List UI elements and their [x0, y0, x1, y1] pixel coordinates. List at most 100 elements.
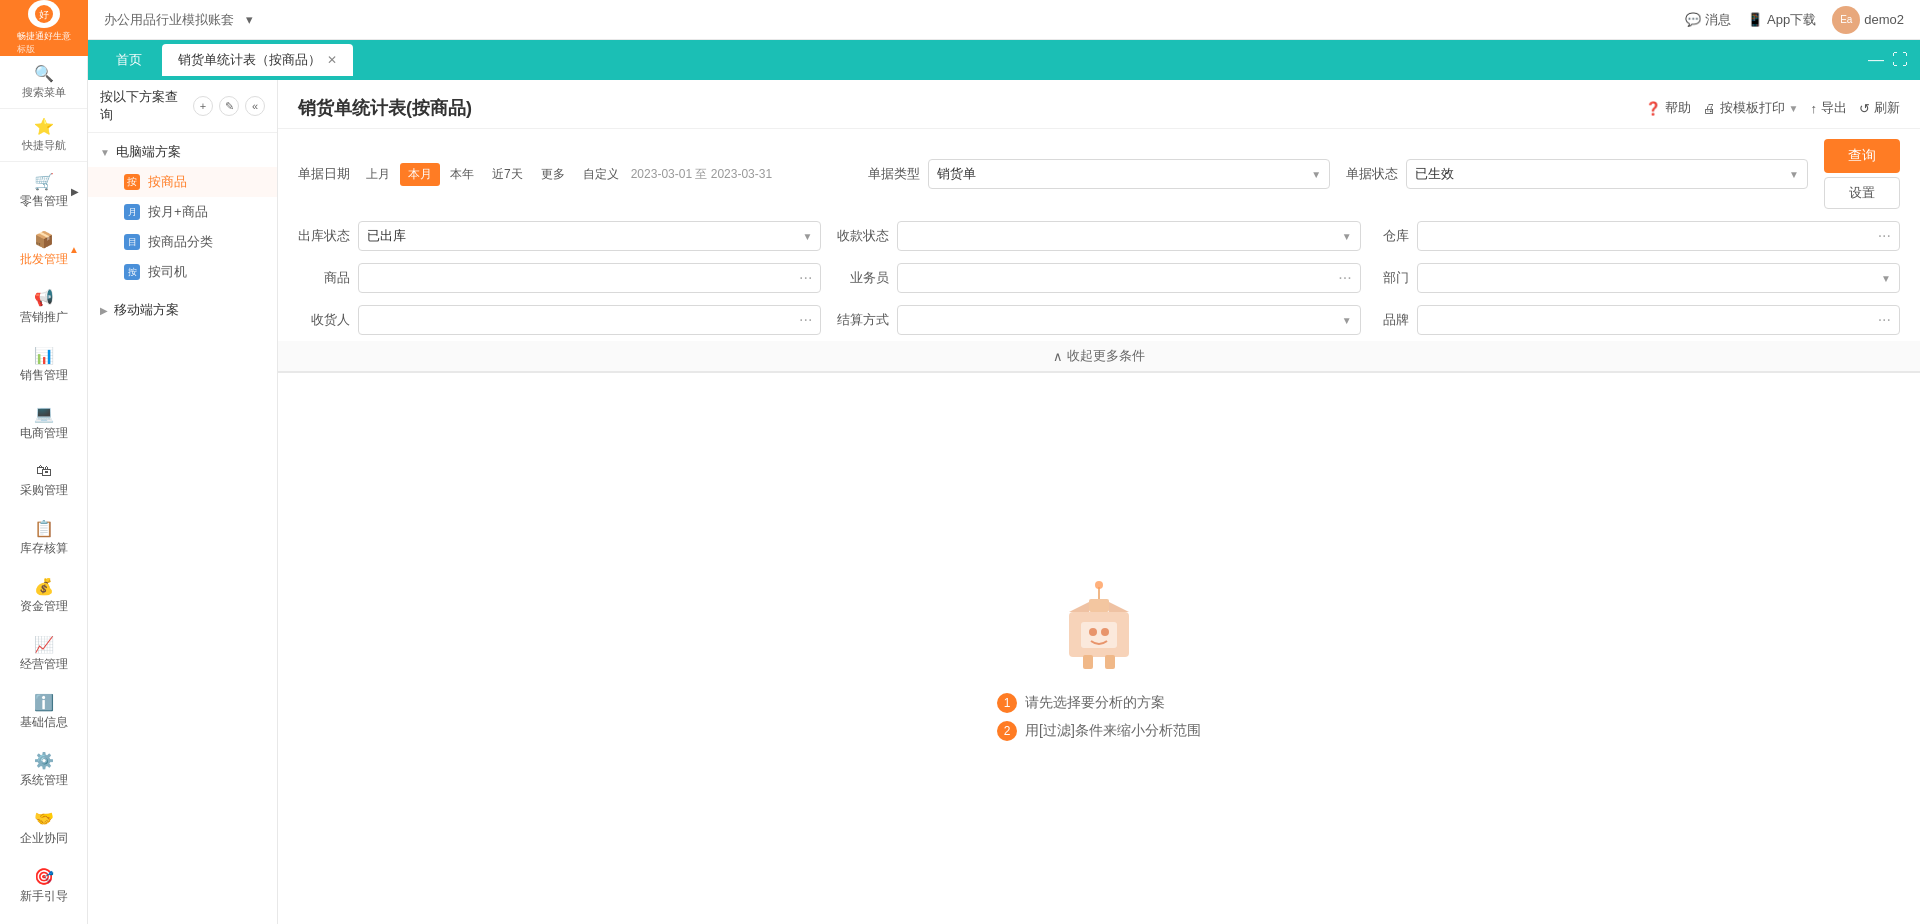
app-download-btn[interactable]: 📱 App下载 [1747, 11, 1816, 29]
help-label: 帮助 [1665, 99, 1691, 117]
tabbar: 首页 销货单统计表（按商品） ✕ — ⛶ [88, 40, 1920, 80]
edit-scheme-btn[interactable]: ✎ [219, 96, 239, 116]
quick-nav-item[interactable]: ⭐ 快捷导航 [0, 109, 87, 162]
search-menu-item[interactable]: 🔍 搜索菜单 [0, 56, 87, 109]
empty-tip-1: 1 请先选择要分析的方案 [997, 693, 1201, 713]
message-icon: 💬 [1685, 12, 1701, 27]
sidebar-item-system[interactable]: ⚙️ 系统管理 [0, 741, 87, 799]
payment-status-arrow-icon: ▼ [1342, 231, 1352, 242]
tab-maximize-btn[interactable]: ⛶ [1892, 51, 1908, 69]
filter-doc-status-group: 单据状态 已生效 ▼ [1346, 159, 1808, 189]
finance-label: 资金管理 [20, 598, 68, 615]
scheme-item-by-category[interactable]: 目 按商品分类 [88, 227, 277, 257]
doc-type-select[interactable]: 销货单 ▼ [928, 159, 1330, 189]
doc-type-arrow-icon: ▼ [1311, 169, 1321, 180]
salesperson-dots-icon: ··· [1338, 269, 1351, 287]
warehouse-input[interactable]: ··· [1417, 221, 1900, 251]
topbar: 办公用品行业模拟账套 ▾ 💬 消息 📱 App下载 Ea demo2 [88, 0, 1920, 40]
payment-status-select[interactable]: ▼ [897, 221, 1360, 251]
ecommerce-icon: 💻 [34, 404, 54, 423]
help-btn[interactable]: ❓ 帮助 [1645, 99, 1691, 117]
date-filter-controls: 上月 本月 本年 近7天 更多 自定义 2023-03-01 至 2023-03… [358, 163, 852, 186]
stock-status-arrow-icon: ▼ [802, 231, 812, 242]
add-scheme-btn[interactable]: + [193, 96, 213, 116]
warehouse-dots-icon: ··· [1878, 227, 1891, 245]
collapse-scheme-btn[interactable]: « [245, 96, 265, 116]
print-arrow-icon: ▼ [1789, 103, 1799, 114]
date-tab-this-year[interactable]: 本年 [442, 163, 482, 186]
sidebar-item-finance[interactable]: 💰 资金管理 [0, 567, 87, 625]
recipient-input[interactable]: ··· [358, 305, 821, 335]
tab-sales-stat[interactable]: 销货单统计表（按商品） ✕ [162, 44, 353, 76]
query-btn-group: 查询 设置 [1824, 139, 1900, 209]
filter-salesperson: 业务员 ··· [837, 263, 1360, 293]
scheme-group-mobile-title[interactable]: ▶ 移动端方案 [88, 295, 277, 325]
scheme-item-by-product[interactable]: 按 按商品 [88, 167, 277, 197]
sidebar-item-operations[interactable]: 📈 经营管理 [0, 625, 87, 683]
user-profile-btn[interactable]: Ea demo2 [1832, 6, 1904, 34]
empty-illustration [1039, 557, 1159, 677]
scheme-group-pc-title[interactable]: ▼ 电脑端方案 [88, 137, 277, 167]
newbie-label: 新手引导 [20, 888, 68, 905]
salesperson-input[interactable]: ··· [897, 263, 1360, 293]
message-btn[interactable]: 💬 消息 [1685, 11, 1731, 29]
scheme-header-icons: + ✎ « [193, 96, 265, 116]
sidebar-item-procurement[interactable]: 🛍 采购管理 [0, 452, 87, 509]
collapse-filter-btn[interactable]: ∧ 收起更多条件 [278, 341, 1920, 372]
settings-button[interactable]: 设置 [1824, 177, 1900, 209]
print-btn[interactable]: 🖨 按模板打印 ▼ [1703, 99, 1799, 117]
refresh-btn[interactable]: ↺ 刷新 [1859, 99, 1900, 117]
export-icon: ↑ [1811, 101, 1818, 116]
tab-minimize-btn[interactable]: — [1868, 51, 1884, 69]
page-title-bar: 销货单统计表(按商品) ❓ 帮助 🖨 按模板打印 ▼ ↑ 导出 [278, 80, 1920, 129]
logo-icon: 好 [28, 0, 60, 28]
filter-date-group: 单据日期 上月 本月 本年 近7天 更多 自定义 2023-03-01 至 20… [298, 163, 852, 186]
settlement-select[interactable]: ▼ [897, 305, 1360, 335]
sidebar-item-inventory[interactable]: 📋 库存核算 [0, 509, 87, 567]
doc-status-select[interactable]: 已生效 ▼ [1406, 159, 1808, 189]
query-button[interactable]: 查询 [1824, 139, 1900, 173]
sidebar-item-marketing[interactable]: 📢 营销推广 [0, 278, 87, 336]
sidebar-item-app-center[interactable]: 📱 应用中心 [0, 915, 87, 924]
marketing-icon: 📢 [34, 288, 54, 307]
date-tab-custom[interactable]: 自定义 [575, 163, 627, 186]
sidebar-item-newbie[interactable]: 🎯 新手引导 [0, 857, 87, 915]
brand-dots-icon: ··· [1878, 311, 1891, 329]
date-tabs: 上月 本月 本年 近7天 更多 自定义 [358, 163, 627, 186]
tab-home[interactable]: 首页 [100, 44, 158, 76]
sidebar-item-enterprise[interactable]: 🤝 企业协同 [0, 799, 87, 857]
sidebar-item-sales[interactable]: 📊 销售管理 [0, 336, 87, 394]
scheme-item-by-month-product[interactable]: 月 按月+商品 [88, 197, 277, 227]
search-menu-label: 搜索菜单 [22, 85, 66, 100]
date-label: 单据日期 [298, 165, 358, 183]
stock-status-select[interactable]: 已出库 ▼ [358, 221, 821, 251]
enterprise-icon: 🤝 [34, 809, 54, 828]
product-input[interactable]: ··· [358, 263, 821, 293]
sidebar-item-retail[interactable]: 🛒 零售管理 ▶ [0, 162, 87, 220]
filter-brand: 品牌 ··· [1377, 305, 1900, 335]
brand-input[interactable]: ··· [1417, 305, 1900, 335]
tip-1-text: 请先选择要分析的方案 [1025, 694, 1165, 712]
sidebar-item-basic[interactable]: ℹ️ 基础信息 [0, 683, 87, 741]
collapse-arrow-icon: ∧ [1053, 349, 1063, 364]
dept-select[interactable]: ▼ [1417, 263, 1900, 293]
date-tab-this-month[interactable]: 本月 [400, 163, 440, 186]
date-tab-7days[interactable]: 近7天 [484, 163, 531, 186]
sidebar-item-ecommerce[interactable]: 💻 电商管理 [0, 394, 87, 452]
export-btn[interactable]: ↑ 导出 [1811, 99, 1848, 117]
filter-recipient: 收货人 ··· [298, 305, 821, 335]
tab-close-btn[interactable]: ✕ [327, 53, 337, 67]
procurement-icon: 🛍 [36, 462, 52, 480]
scheme-icon-by-product: 按 [124, 174, 140, 190]
app-logo: 好 畅捷通好生意 标版 [0, 0, 88, 56]
sidebar-item-wholesale[interactable]: 📦 批发管理 ▲ [0, 220, 87, 278]
scheme-icon-by-month-product: 月 [124, 204, 140, 220]
topbar-dropdown-btn[interactable]: ▾ [246, 12, 253, 27]
page-actions: ❓ 帮助 🖨 按模板打印 ▼ ↑ 导出 ↺ 刷新 [1645, 99, 1900, 117]
scheme-label-by-category: 按商品分类 [148, 233, 213, 251]
inventory-label: 库存核算 [20, 540, 68, 557]
date-tab-more[interactable]: 更多 [533, 163, 573, 186]
group-pc-label: 电脑端方案 [116, 143, 181, 161]
scheme-item-by-cashier[interactable]: 按 按司机 [88, 257, 277, 287]
date-tab-last-month[interactable]: 上月 [358, 163, 398, 186]
